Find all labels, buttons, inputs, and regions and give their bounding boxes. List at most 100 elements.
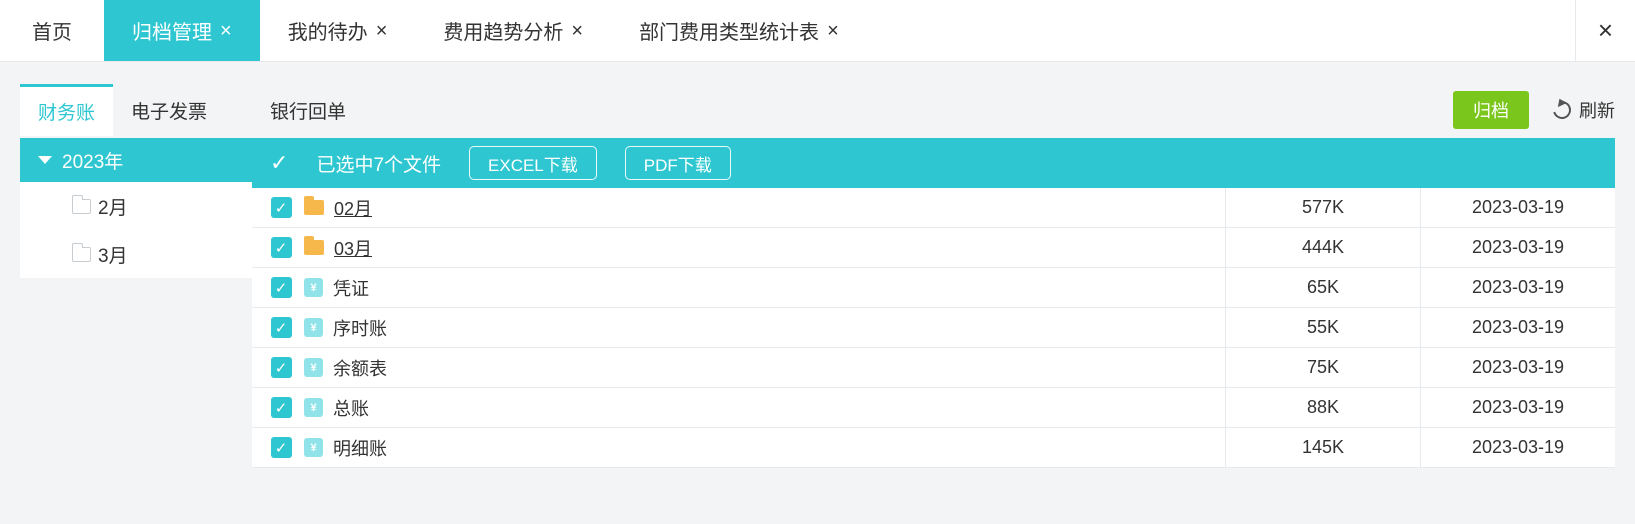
file-name: 序时账: [333, 315, 387, 341]
close-all-button[interactable]: ×: [1575, 0, 1635, 61]
file-icon: ¥: [304, 398, 323, 417]
tree-item-label: 2月: [98, 193, 128, 220]
subtab-einvoice[interactable]: 电子发票: [113, 84, 225, 136]
row-checkbox[interactable]: ✓: [264, 317, 298, 338]
refresh-button-label: 刷新: [1579, 97, 1615, 123]
file-date-cell: 2023-03-19: [1420, 308, 1615, 347]
table-row[interactable]: ✓ ¥ 凭证 65K 2023-03-19: [252, 268, 1615, 308]
button-label: PDF下载: [644, 156, 712, 175]
table-row[interactable]: ✓ ¥ 明细账 145K 2023-03-19: [252, 428, 1615, 468]
subtab-label: 银行回单: [270, 97, 346, 124]
folder-outline-icon: [72, 247, 91, 262]
file-name-cell[interactable]: ¥ 明细账: [298, 435, 1225, 461]
table-row[interactable]: ✓ 03月 444K 2023-03-19: [252, 228, 1615, 268]
file-name: 余额表: [333, 355, 387, 381]
checkbox-checked-icon: ✓: [271, 397, 292, 418]
file-name: 明细账: [333, 435, 387, 461]
tree-item-mar[interactable]: 3月: [20, 230, 252, 278]
archive-button[interactable]: 归档: [1453, 91, 1529, 129]
spacer: [867, 0, 1575, 61]
subtab-bankslip[interactable]: 银行回单: [252, 84, 364, 136]
file-size-cell: 444K: [1225, 228, 1420, 267]
row-checkbox[interactable]: ✓: [264, 237, 298, 258]
content-area: 财务账 电子发票 2023年 2月 3月 银: [0, 62, 1635, 468]
file-name-cell[interactable]: ¥ 余额表: [298, 355, 1225, 381]
sub-tabs-right: 银行回单: [252, 82, 364, 138]
check-icon: ✓: [270, 150, 288, 176]
file-date-cell: 2023-03-19: [1420, 388, 1615, 427]
tab-label: 费用趋势分析: [443, 16, 563, 45]
tab-dept-expense-type[interactable]: 部门费用类型统计表 ×: [611, 0, 867, 61]
tab-home[interactable]: 首页: [0, 0, 104, 61]
file-size-cell: 55K: [1225, 308, 1420, 347]
tab-label: 我的待办: [288, 16, 368, 45]
chevron-down-icon: [38, 156, 52, 164]
tree-item-feb[interactable]: 2月: [20, 182, 252, 230]
file-date-cell: 2023-03-19: [1420, 428, 1615, 467]
row-checkbox[interactable]: ✓: [264, 357, 298, 378]
file-icon: ¥: [304, 438, 323, 457]
toolbar: 银行回单 归档 刷新: [252, 82, 1615, 138]
refresh-button[interactable]: 刷新: [1553, 97, 1615, 123]
row-checkbox[interactable]: ✓: [264, 437, 298, 458]
file-size-cell: 577K: [1225, 188, 1420, 227]
folder-icon: [304, 200, 324, 215]
file-icon: ¥: [304, 278, 323, 297]
refresh-icon: [1550, 98, 1575, 123]
checkbox-checked-icon: ✓: [271, 357, 292, 378]
file-name-cell[interactable]: 02月: [298, 195, 1225, 221]
file-size-cell: 75K: [1225, 348, 1420, 387]
tab-label: 部门费用类型统计表: [639, 16, 819, 45]
checkbox-checked-icon: ✓: [271, 197, 292, 218]
file-icon: ¥: [304, 318, 323, 337]
subtab-finance[interactable]: 财务账: [20, 84, 113, 136]
tab-my-todo[interactable]: 我的待办 ×: [260, 0, 416, 61]
file-size-cell: 88K: [1225, 388, 1420, 427]
close-icon[interactable]: ×: [827, 21, 839, 41]
table-row[interactable]: ✓ ¥ 余额表 75K 2023-03-19: [252, 348, 1615, 388]
table-row[interactable]: ✓ ¥ 序时账 55K 2023-03-19: [252, 308, 1615, 348]
sub-tabs-left: 财务账 电子发票: [20, 82, 252, 138]
close-icon[interactable]: ×: [571, 21, 583, 41]
row-checkbox[interactable]: ✓: [264, 397, 298, 418]
file-name-cell[interactable]: ¥ 序时账: [298, 315, 1225, 341]
button-label: EXCEL下载: [488, 156, 578, 175]
close-icon[interactable]: ×: [220, 21, 232, 41]
subtab-label: 电子发票: [131, 97, 207, 124]
top-tabs: 首页 归档管理 × 我的待办 × 费用趋势分析 × 部门费用类型统计表 × ×: [0, 0, 1635, 62]
pdf-download-button[interactable]: PDF下载: [625, 146, 731, 180]
checkbox-checked-icon: ✓: [271, 237, 292, 258]
file-name: 02月: [334, 195, 372, 221]
tab-expense-trend[interactable]: 费用趋势分析 ×: [415, 0, 611, 61]
tree-root-2023[interactable]: 2023年: [20, 138, 252, 182]
folder-tree: 2023年 2月 3月: [20, 138, 252, 278]
file-name-cell[interactable]: ¥ 凭证: [298, 275, 1225, 301]
checkbox-checked-icon: ✓: [271, 437, 292, 458]
tab-archive-manage[interactable]: 归档管理 ×: [104, 0, 260, 61]
file-name: 03月: [334, 235, 372, 261]
table-row[interactable]: ✓ ¥ 总账 88K 2023-03-19: [252, 388, 1615, 428]
row-checkbox[interactable]: ✓: [264, 277, 298, 298]
file-name: 总账: [333, 395, 369, 421]
file-name-cell[interactable]: ¥ 总账: [298, 395, 1225, 421]
checkbox-checked-icon: ✓: [271, 277, 292, 298]
row-checkbox[interactable]: ✓: [264, 197, 298, 218]
tab-label: 归档管理: [132, 16, 212, 45]
table-row[interactable]: ✓ 02月 577K 2023-03-19: [252, 188, 1615, 228]
sidebar: 财务账 电子发票 2023年 2月 3月: [20, 82, 252, 468]
file-size-cell: 145K: [1225, 428, 1420, 467]
file-date-cell: 2023-03-19: [1420, 348, 1615, 387]
file-date-cell: 2023-03-19: [1420, 268, 1615, 307]
checkbox-checked-icon: ✓: [271, 317, 292, 338]
selection-count-label: 已选中7个文件: [316, 150, 441, 177]
excel-download-button[interactable]: EXCEL下载: [469, 146, 597, 180]
archive-button-label: 归档: [1473, 101, 1509, 121]
selection-bar: ✓ 已选中7个文件 EXCEL下载 PDF下载: [252, 138, 1615, 188]
folder-outline-icon: [72, 199, 91, 214]
file-name-cell[interactable]: 03月: [298, 235, 1225, 261]
file-size-cell: 65K: [1225, 268, 1420, 307]
tree-item-label: 3月: [98, 241, 128, 268]
tab-home-label: 首页: [32, 16, 72, 45]
subtab-label: 财务账: [38, 98, 95, 125]
close-icon[interactable]: ×: [376, 21, 388, 41]
